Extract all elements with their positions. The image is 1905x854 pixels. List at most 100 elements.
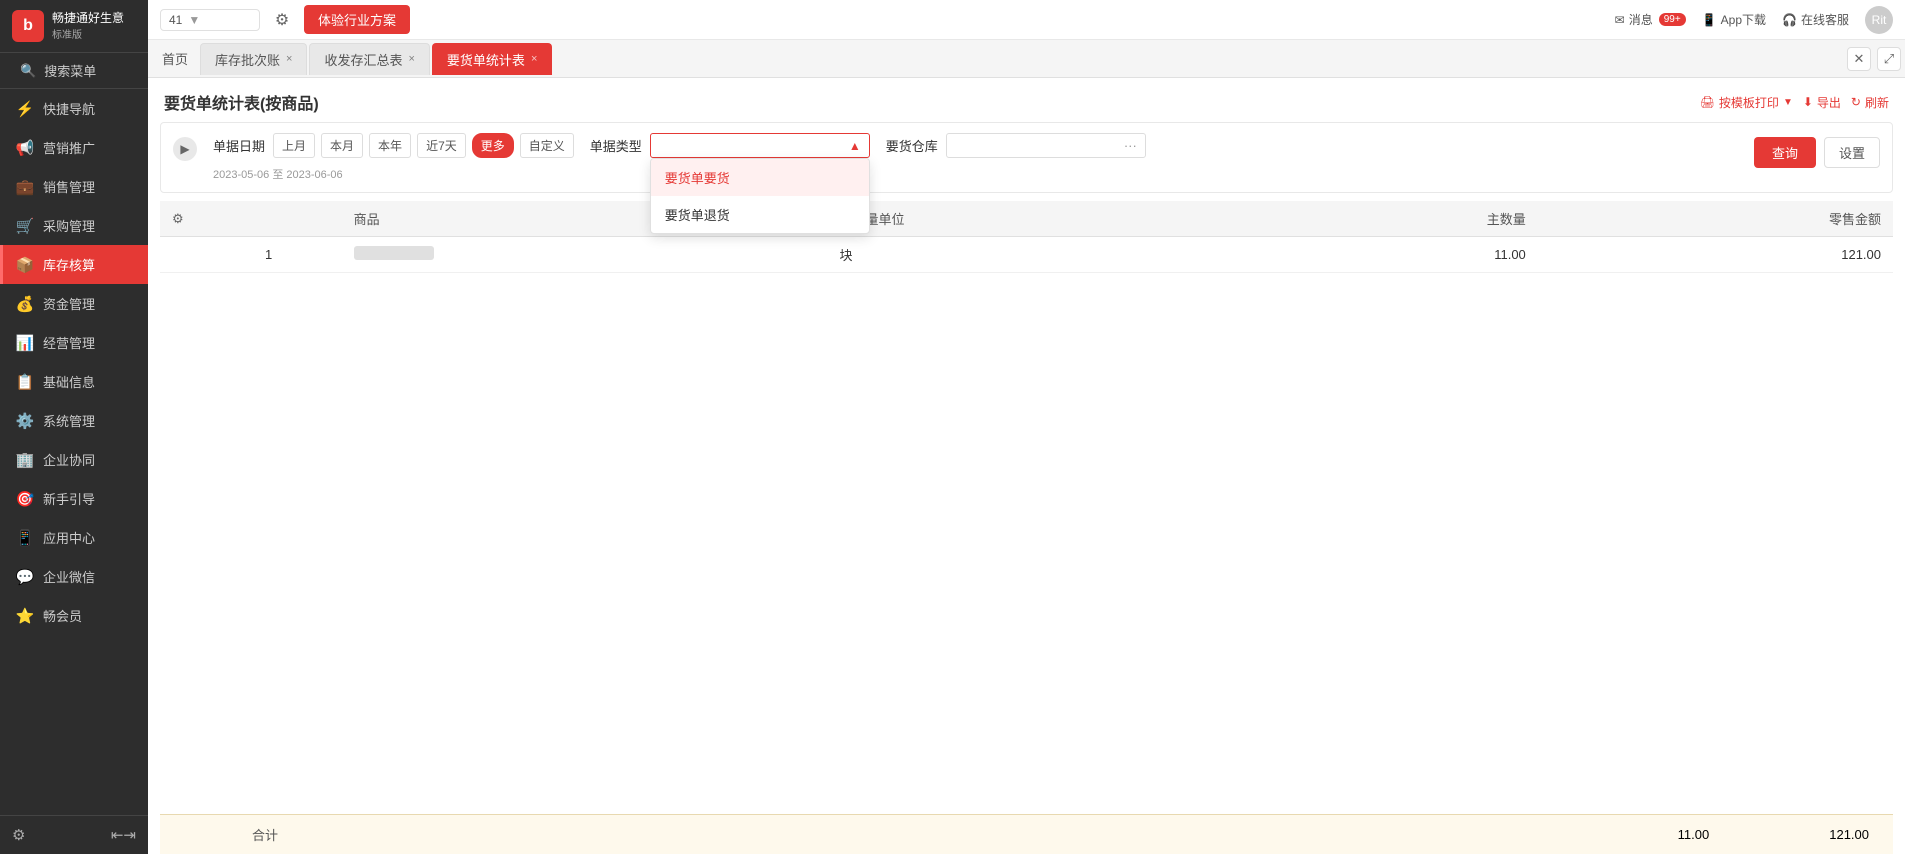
table-row: 1 块 11.00 121.00 bbox=[160, 237, 1893, 273]
filter-expand-btn[interactable]: ▶ bbox=[173, 137, 197, 161]
sidebar-item-wechat[interactable]: 💬 企业微信 bbox=[0, 557, 148, 596]
date-this-month-btn[interactable]: 本月 bbox=[321, 133, 363, 158]
col-retail-amount: 零售金额 bbox=[1538, 201, 1893, 237]
sidebar-item-quick-nav[interactable]: ⚡ 快捷导航 bbox=[0, 89, 148, 128]
page-content: 要货单统计表(按商品) 🖨 按模板打印 ▼ ⬇ 导出 ↻ 刷新 bbox=[148, 78, 1905, 854]
messages-btn[interactable]: ✉ 消息 99+ bbox=[1615, 11, 1686, 28]
guide-icon: 🎯 bbox=[15, 490, 35, 508]
warehouse-filter-col: 要货仓库 ··· bbox=[886, 133, 1146, 158]
sidebar-item-operations[interactable]: 📊 经营管理 bbox=[0, 323, 148, 362]
online-service-btn[interactable]: 🎧 在线客服 bbox=[1782, 11, 1849, 28]
close-all-tabs-btn[interactable]: ✕ bbox=[1847, 47, 1871, 71]
sidebar-item-label: 企业协同 bbox=[43, 450, 95, 469]
sidebar-item-purchase[interactable]: 🛒 采购管理 bbox=[0, 206, 148, 245]
settings-footer-btn[interactable]: ⚙ bbox=[12, 826, 25, 844]
setup-button[interactable]: 设置 bbox=[1824, 137, 1880, 168]
cell-unit: 块 bbox=[827, 237, 1243, 273]
warehouse-filter-row: 要货仓库 ··· bbox=[886, 133, 1146, 158]
sidebar-item-label: 应用中心 bbox=[43, 528, 95, 547]
sidebar-item-label: 采购管理 bbox=[43, 216, 95, 235]
close-icon[interactable]: × bbox=[286, 53, 292, 65]
marketing-icon: 📢 bbox=[15, 139, 35, 157]
date-this-year-btn[interactable]: 本年 bbox=[369, 133, 411, 158]
date-custom-btn[interactable]: 自定义 bbox=[520, 133, 574, 158]
search-menu-btn[interactable]: 🔍 搜索菜单 bbox=[0, 53, 148, 89]
cell-retail-amount: 121.00 bbox=[1538, 237, 1893, 273]
app-sub: 标准版 bbox=[52, 26, 124, 41]
query-button[interactable]: 查询 bbox=[1754, 137, 1816, 168]
export-btn[interactable]: ⬇ 导出 bbox=[1803, 94, 1841, 111]
type-filter-row: 单据类型 ▲ 要货单要货 要货单退货 bbox=[590, 133, 870, 158]
sidebar-item-system[interactable]: ⚙️ 系统管理 bbox=[0, 401, 148, 440]
system-icon: ⚙️ bbox=[15, 412, 35, 430]
search-menu-label: 搜索菜单 bbox=[44, 61, 96, 80]
type-dropdown-container: ▲ 要货单要货 要货单退货 bbox=[650, 133, 870, 158]
table-settings-th[interactable]: ⚙ bbox=[160, 201, 196, 237]
logo-icon: b bbox=[12, 10, 44, 42]
message-icon: ✉ bbox=[1615, 13, 1625, 27]
user-name: Rit bbox=[1872, 13, 1887, 27]
user-avatar[interactable]: Rit bbox=[1865, 6, 1893, 34]
sidebar-item-label: 新手引导 bbox=[43, 489, 95, 508]
date-filter-col: 单据日期 上月 本月 本年 近7天 更多 自定义 2023-05-06 至 20… bbox=[213, 133, 574, 182]
maximize-btn[interactable]: ⤢ bbox=[1877, 47, 1901, 71]
tab-receive-summary[interactable]: 收发存汇总表 × bbox=[309, 43, 429, 75]
sidebar-item-enterprise[interactable]: 🏢 企业协同 bbox=[0, 440, 148, 479]
sales-icon: 💼 bbox=[15, 178, 35, 196]
trial-button[interactable]: 体验行业方案 bbox=[304, 5, 410, 34]
sidebar-item-marketing[interactable]: 📢 营销推广 bbox=[0, 128, 148, 167]
tab-inventory-batch[interactable]: 库存批次账 × bbox=[200, 43, 307, 75]
header-settings-btn[interactable]: ⚙ bbox=[268, 6, 296, 34]
app-download-btn[interactable]: 📱 App下载 bbox=[1702, 11, 1766, 28]
store-selector[interactable]: 41 ▼ bbox=[160, 9, 260, 31]
type-filter-label: 单据类型 bbox=[590, 136, 642, 155]
more-icon[interactable]: ··· bbox=[1124, 138, 1137, 153]
sidebar-item-inventory[interactable]: 📦 库存核算 bbox=[0, 245, 148, 284]
sidebar-item-label: 系统管理 bbox=[43, 411, 95, 430]
search-icon: 🔍 bbox=[20, 63, 36, 79]
finance-icon: 💰 bbox=[15, 295, 35, 313]
print-btn[interactable]: 🖨 按模板打印 ▼ bbox=[1700, 94, 1793, 111]
close-icon[interactable]: × bbox=[408, 53, 414, 65]
refresh-label: 刷新 bbox=[1865, 94, 1889, 111]
date-more-btn[interactable]: 更多 bbox=[472, 133, 514, 158]
sidebar-item-guide[interactable]: 🎯 新手引导 bbox=[0, 479, 148, 518]
col-index bbox=[196, 201, 342, 237]
export-label: 导出 bbox=[1817, 94, 1841, 111]
sidebar-item-apps[interactable]: 📱 应用中心 bbox=[0, 518, 148, 557]
date-7days-btn[interactable]: 近7天 bbox=[417, 133, 466, 158]
dropdown-item-order-return[interactable]: 要货单退货 bbox=[651, 196, 869, 233]
date-last-month-btn[interactable]: 上月 bbox=[273, 133, 315, 158]
tab-label: 要货单统计表 bbox=[447, 50, 525, 69]
tab-order-stats[interactable]: 要货单统计表 × bbox=[432, 43, 552, 75]
wechat-icon: 💬 bbox=[15, 568, 35, 586]
purchase-icon: 🛒 bbox=[15, 217, 35, 235]
tab-home[interactable]: 首页 bbox=[152, 43, 198, 74]
export-icon: ⬇ bbox=[1803, 95, 1813, 109]
footer-qty: 11.00 bbox=[1678, 827, 1710, 842]
sidebar-item-label: 企业微信 bbox=[43, 567, 95, 586]
sidebar-item-members[interactable]: ⭐ 畅会员 bbox=[0, 596, 148, 635]
close-icon[interactable]: × bbox=[531, 53, 537, 65]
sidebar-item-label: 资金管理 bbox=[43, 294, 95, 313]
dropdown-item-order-goods[interactable]: 要货单要货 bbox=[651, 159, 869, 196]
cell-index: 1 bbox=[196, 237, 342, 273]
enterprise-icon: 🏢 bbox=[15, 451, 35, 469]
apps-icon: 📱 bbox=[15, 529, 35, 547]
type-dropdown-trigger[interactable]: ▲ bbox=[650, 133, 870, 158]
refresh-btn[interactable]: ↻ 刷新 bbox=[1851, 94, 1889, 111]
members-icon: ⭐ bbox=[15, 607, 35, 625]
warehouse-dropdown[interactable]: ··· bbox=[946, 133, 1146, 158]
sidebar-item-label: 快捷导航 bbox=[43, 99, 95, 118]
service-icon: 🎧 bbox=[1782, 13, 1797, 27]
refresh-icon: ↻ bbox=[1851, 95, 1861, 109]
date-filter-row: 单据日期 上月 本月 本年 近7天 更多 自定义 bbox=[213, 133, 574, 158]
sidebar-item-finance[interactable]: 💰 资金管理 bbox=[0, 284, 148, 323]
collapse-sidebar-btn[interactable]: ⇤⇥ bbox=[111, 826, 136, 844]
sidebar-item-basic[interactable]: 📋 基础信息 bbox=[0, 362, 148, 401]
product-name-blurred bbox=[354, 246, 434, 260]
sidebar-item-sales[interactable]: 💼 销售管理 bbox=[0, 167, 148, 206]
tab-label: 收发存汇总表 bbox=[324, 50, 402, 69]
type-dropdown-input[interactable] bbox=[659, 138, 845, 153]
download-label: App下载 bbox=[1721, 11, 1766, 28]
